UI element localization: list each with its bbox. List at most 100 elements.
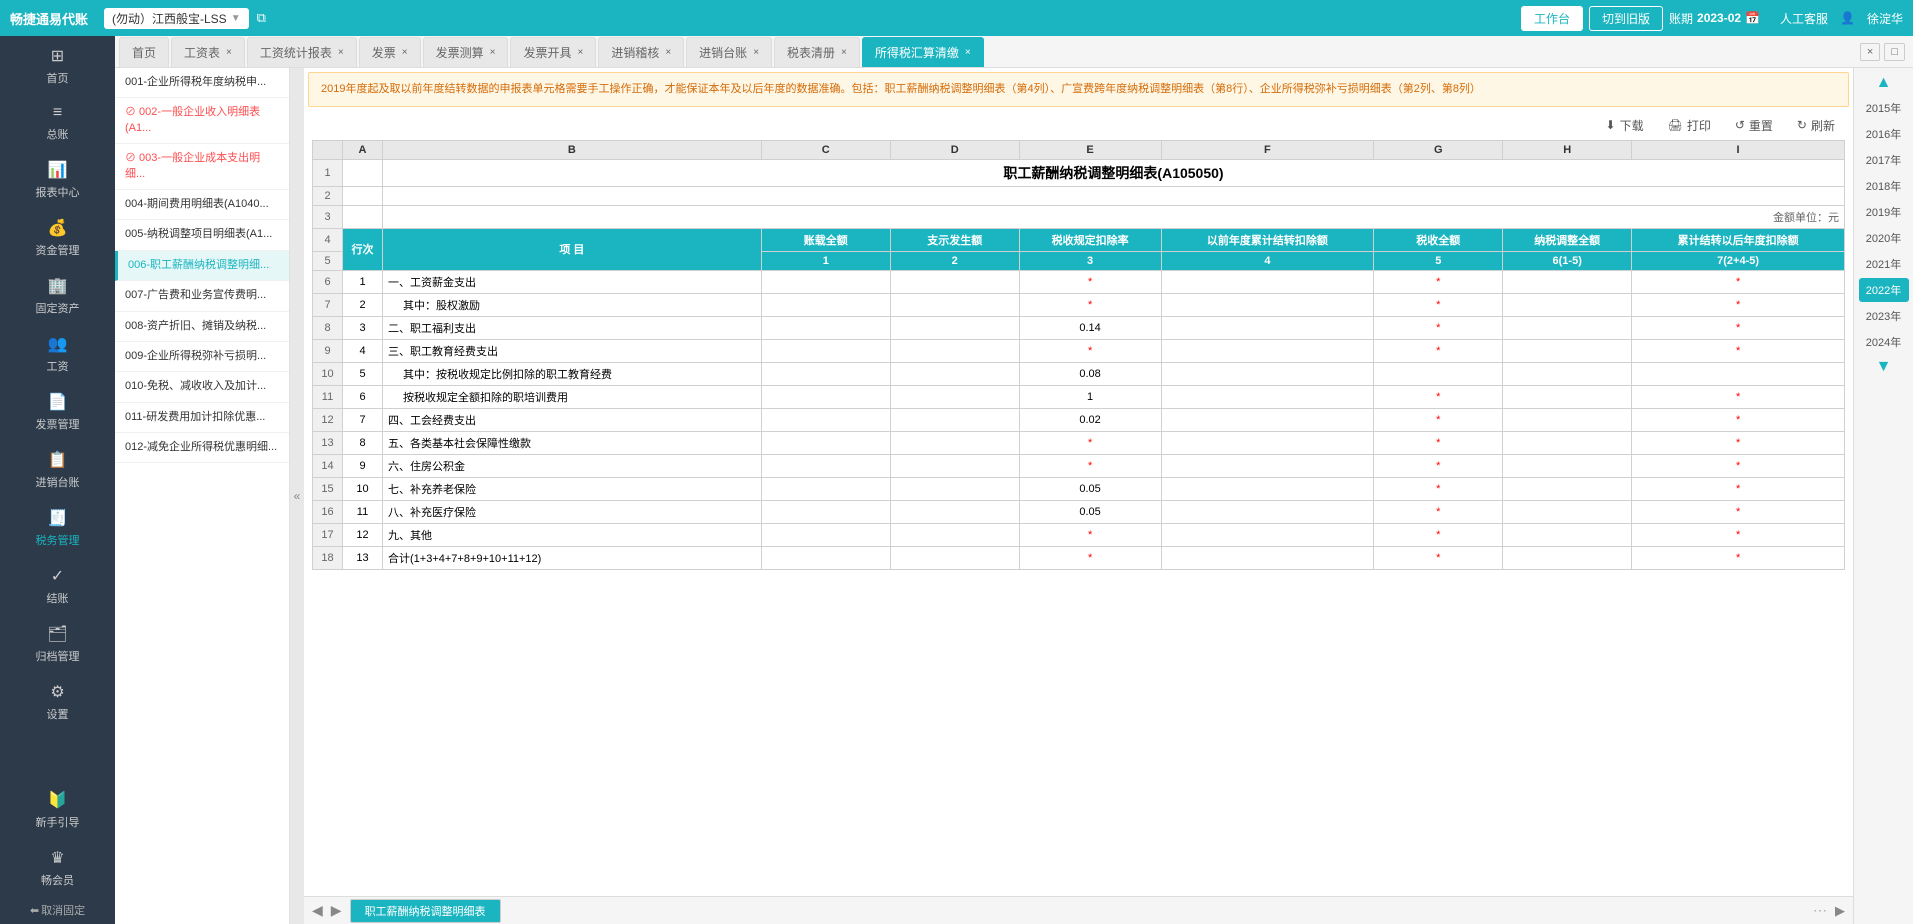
- tab-close-payroll-stat[interactable]: ×: [338, 47, 344, 58]
- cell-11-f[interactable]: [1161, 385, 1374, 408]
- tab-in-check[interactable]: 进销稽核 ×: [598, 37, 684, 67]
- cell-9-label[interactable]: 三、职工教育经费支出: [383, 339, 762, 362]
- cell-13-d[interactable]: [890, 431, 1019, 454]
- tab-close-tax-clear[interactable]: ×: [841, 47, 847, 58]
- cell-15-h[interactable]: [1503, 477, 1632, 500]
- tab-home[interactable]: 首页: [119, 37, 169, 67]
- cell-12-label[interactable]: 四、工会经费支出: [383, 408, 762, 431]
- cell-12-c[interactable]: [761, 408, 890, 431]
- cell-8-h[interactable]: [1503, 316, 1632, 339]
- cell-16-c[interactable]: [761, 500, 890, 523]
- sheet-tab-main[interactable]: 职工薪酬纳税调整明细表: [350, 899, 501, 923]
- cell-11-label[interactable]: 按税收规定全额扣除的职培训费用: [383, 385, 762, 408]
- year-btn-2020[interactable]: 2020年: [1859, 226, 1909, 250]
- sidebar-item-report-center[interactable]: 📊 报表中心: [0, 150, 115, 208]
- cell-10-g[interactable]: [1374, 362, 1503, 385]
- cell-11-c[interactable]: [761, 385, 890, 408]
- left-panel-item-001[interactable]: 001-企业所得税年度纳税申...: [115, 68, 289, 98]
- year-btn-2024[interactable]: 2024年: [1859, 330, 1909, 354]
- tab-tax-clear[interactable]: 税表清册 ×: [774, 37, 860, 67]
- cell-6-h[interactable]: [1503, 270, 1632, 293]
- cell-6-c[interactable]: [761, 270, 890, 293]
- cell-8-e[interactable]: 0.14: [1019, 316, 1161, 339]
- cell-18-h[interactable]: [1503, 546, 1632, 569]
- sidebar-item-home[interactable]: ⊞ 首页: [0, 36, 115, 94]
- cell-16-f[interactable]: [1161, 500, 1374, 523]
- support-link[interactable]: 人工客服: [1780, 10, 1828, 27]
- year-nav-down[interactable]: ▼: [1874, 356, 1894, 378]
- left-panel-item-009[interactable]: 009-企业所得税弥补亏损明...: [115, 342, 289, 372]
- left-panel-item-010[interactable]: 010-免税、减收收入及加计...: [115, 372, 289, 402]
- cell-15-f[interactable]: [1161, 477, 1374, 500]
- sidebar-item-settings[interactable]: ⚙ 设置: [0, 672, 115, 730]
- sidebar-item-invoice-mgmt[interactable]: 📄 发票管理: [0, 382, 115, 440]
- cell-17-f[interactable]: [1161, 523, 1374, 546]
- year-btn-2018[interactable]: 2018年: [1859, 174, 1909, 198]
- cell-6-label[interactable]: 一、工资薪金支出: [383, 270, 762, 293]
- cell-8-d[interactable]: [890, 316, 1019, 339]
- panel-collapse-toggle[interactable]: «: [290, 68, 304, 924]
- tab-close-payroll[interactable]: ×: [226, 47, 232, 58]
- cell-10-d[interactable]: [890, 362, 1019, 385]
- cell-9-c[interactable]: [761, 339, 890, 362]
- cell-11-h[interactable]: [1503, 385, 1632, 408]
- cell-10-f[interactable]: [1161, 362, 1374, 385]
- tab-close-in-check[interactable]: ×: [665, 47, 671, 58]
- year-btn-2022[interactable]: 2022年: [1859, 278, 1909, 302]
- cell-14-label[interactable]: 六、住房公积金: [383, 454, 762, 477]
- tab-payroll-stat[interactable]: 工资统计报表 ×: [247, 37, 357, 67]
- cell-7-d[interactable]: [890, 293, 1019, 316]
- print-button[interactable]: 🖨 打印: [1662, 115, 1717, 136]
- year-btn-2019[interactable]: 2019年: [1859, 200, 1909, 224]
- tab-invoice[interactable]: 发票 ×: [359, 37, 421, 67]
- cell-11-d[interactable]: [890, 385, 1019, 408]
- cell-18-label[interactable]: 合计(1+3+4+7+8+9+10+11+12): [383, 546, 762, 569]
- cell-17-h[interactable]: [1503, 523, 1632, 546]
- cell-1a[interactable]: [343, 159, 383, 186]
- left-panel-item-002[interactable]: ⊘ 002-一般企业收入明细表(A1...: [115, 98, 289, 144]
- cell-11-e[interactable]: 1: [1019, 385, 1161, 408]
- cell-17-c[interactable]: [761, 523, 890, 546]
- tab-close-in-ledger[interactable]: ×: [753, 47, 759, 58]
- cell-13-h[interactable]: [1503, 431, 1632, 454]
- cell-10-i[interactable]: [1632, 362, 1845, 385]
- left-panel-item-011[interactable]: 011-研发费用加计扣除优惠...: [115, 403, 289, 433]
- cell-14-c[interactable]: [761, 454, 890, 477]
- cell-9-f[interactable]: [1161, 339, 1374, 362]
- tab-invoice-calc[interactable]: 发票测算 ×: [423, 37, 509, 67]
- cell-7-h[interactable]: [1503, 293, 1632, 316]
- sidebar-item-closing[interactable]: ✓ 结账: [0, 556, 115, 614]
- cell-12-d[interactable]: [890, 408, 1019, 431]
- cell-10-c[interactable]: [761, 362, 890, 385]
- cell-7-label[interactable]: 其中：股权激励: [383, 293, 762, 316]
- cell-15-c[interactable]: [761, 477, 890, 500]
- reset-button[interactable]: ↺ 重置: [1729, 115, 1779, 136]
- tab-close-invoice[interactable]: ×: [402, 47, 408, 58]
- unpin-button[interactable]: ⬅ 取消固定: [0, 896, 115, 924]
- cell-14-d[interactable]: [890, 454, 1019, 477]
- cell-12-h[interactable]: [1503, 408, 1632, 431]
- sidebar-item-capital[interactable]: 💰 资金管理: [0, 208, 115, 266]
- left-panel-item-007[interactable]: 007-广告费和业务宣传费明...: [115, 281, 289, 311]
- left-panel-item-005[interactable]: 005-纳税调整项目明细表(A1...: [115, 220, 289, 250]
- cell-13-label[interactable]: 五、各类基本社会保障性缴款: [383, 431, 762, 454]
- left-panel-item-003[interactable]: ⊘ 003-一般企业成本支出明细...: [115, 144, 289, 190]
- cell-18-f[interactable]: [1161, 546, 1374, 569]
- company-selector[interactable]: (勿动）江西般宝-LSS ▼: [104, 8, 249, 29]
- year-btn-2016[interactable]: 2016年: [1859, 122, 1909, 146]
- sidebar-item-in-out-ledger[interactable]: 📋 进销台账: [0, 440, 115, 498]
- sidebar-item-payroll[interactable]: 👥 工资: [0, 324, 115, 382]
- sidebar-item-archive[interactable]: 🗂 归档管理: [0, 614, 115, 672]
- cell-15-label[interactable]: 七、补充养老保险: [383, 477, 762, 500]
- tab-close-income-tax[interactable]: ×: [965, 47, 971, 58]
- cell-16-e[interactable]: 0.05: [1019, 500, 1161, 523]
- copy-icon[interactable]: ⧉: [257, 10, 266, 26]
- cell-8-f[interactable]: [1161, 316, 1374, 339]
- sidebar-item-wizard[interactable]: 🔰 新手引导: [0, 780, 115, 838]
- left-panel-item-012[interactable]: 012-减免企业所得税优惠明细...: [115, 433, 289, 463]
- cell-8-label[interactable]: 二、职工福利支出: [383, 316, 762, 339]
- cell-7-f[interactable]: [1161, 293, 1374, 316]
- year-btn-2017[interactable]: 2017年: [1859, 148, 1909, 172]
- cell-8-c[interactable]: [761, 316, 890, 339]
- old-version-button[interactable]: 切到旧版: [1589, 6, 1663, 31]
